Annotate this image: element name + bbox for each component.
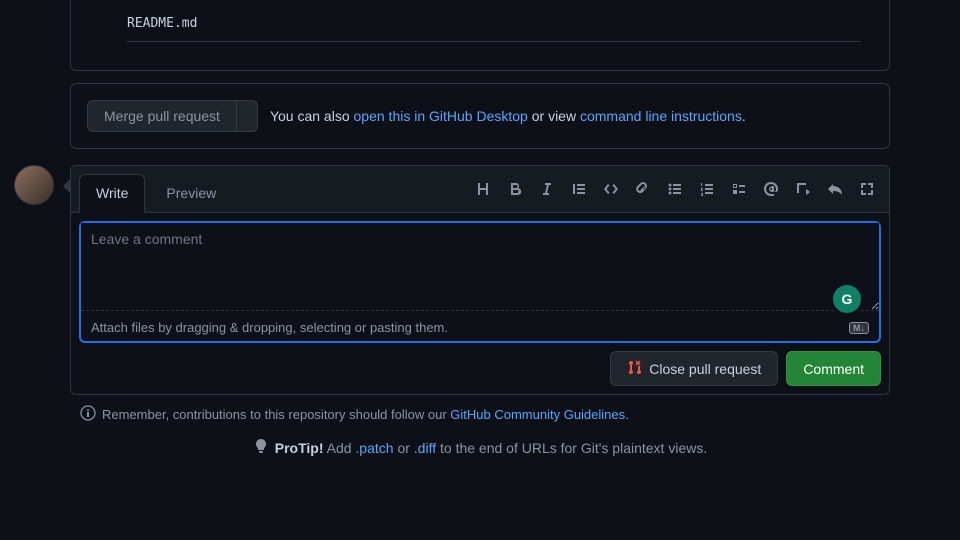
close-pull-request-button[interactable]: Close pull request (610, 351, 778, 386)
guidelines-link[interactable]: GitHub Community Guidelines (450, 407, 625, 422)
close-pr-label: Close pull request (649, 361, 761, 377)
comment-textarea-wrap: G Attach files by dragging & dropping, s… (79, 221, 881, 343)
tab-write[interactable]: Write (79, 174, 145, 213)
merge-button-group: Merge pull request (87, 100, 258, 132)
merge-pull-request-button[interactable]: Merge pull request (87, 100, 237, 132)
filename: README.md (127, 16, 861, 42)
editor-header: Write Preview (71, 166, 889, 213)
merge-dropdown-button[interactable] (237, 100, 258, 132)
text: Remember, contributions to this reposito… (102, 407, 450, 422)
text: You can also (270, 108, 354, 124)
text: or view (528, 108, 580, 124)
text: or (394, 440, 414, 456)
mention-icon[interactable] (763, 181, 779, 197)
lightbulb-icon (253, 438, 269, 457)
tab-preview[interactable]: Preview (149, 174, 233, 212)
reply-icon[interactable] (827, 181, 843, 197)
bold-icon[interactable] (507, 181, 523, 197)
open-desktop-link[interactable]: open this in GitHub Desktop (354, 108, 528, 124)
git-pull-request-closed-icon (627, 359, 643, 378)
text: Add (324, 440, 356, 456)
code-icon[interactable] (603, 181, 619, 197)
comment-actions: Close pull request Comment (71, 351, 889, 394)
reference-icon[interactable] (795, 181, 811, 197)
grammarly-badge[interactable]: G (833, 285, 861, 313)
protip: ProTip! Add .patch or .diff to the end o… (70, 438, 890, 457)
diff-link[interactable]: .diff (414, 440, 436, 456)
cli-instructions-link[interactable]: command line instructions (580, 108, 742, 124)
file-change-block: README.md (70, 0, 890, 71)
comment-area: Write Preview (70, 165, 890, 395)
patch-link[interactable]: .patch (355, 440, 393, 456)
info-icon (80, 405, 96, 424)
attach-bar[interactable]: Attach files by dragging & dropping, sel… (81, 314, 879, 341)
markdown-icon[interactable]: M↓ (849, 322, 869, 334)
grammarly-letter: G (842, 291, 853, 307)
text: to the end of URLs for Git's plaintext v… (436, 440, 707, 456)
link-icon[interactable] (635, 181, 651, 197)
attach-hint: Attach files by dragging & dropping, sel… (91, 320, 448, 335)
protip-label: ProTip! (275, 440, 324, 456)
merge-alt-text: You can also open this in GitHub Desktop… (270, 108, 746, 124)
editor-tabs: Write Preview (71, 166, 233, 212)
expand-icon[interactable] (859, 181, 875, 197)
comment-textarea[interactable] (81, 223, 879, 311)
heading-icon[interactable] (475, 181, 491, 197)
task-list-icon[interactable] (731, 181, 747, 197)
formatting-toolbar (475, 181, 881, 197)
comment-box: Write Preview (70, 165, 890, 395)
merge-panel: Merge pull request You can also open thi… (70, 83, 890, 149)
text: . (742, 108, 746, 124)
avatar[interactable] (14, 165, 54, 205)
bulleted-list-icon[interactable] (667, 181, 683, 197)
quote-icon[interactable] (571, 181, 587, 197)
guidelines-note: Remember, contributions to this reposito… (80, 405, 890, 424)
italic-icon[interactable] (539, 181, 555, 197)
numbered-list-icon[interactable] (699, 181, 715, 197)
text: . (625, 407, 629, 422)
comment-button[interactable]: Comment (786, 351, 881, 386)
